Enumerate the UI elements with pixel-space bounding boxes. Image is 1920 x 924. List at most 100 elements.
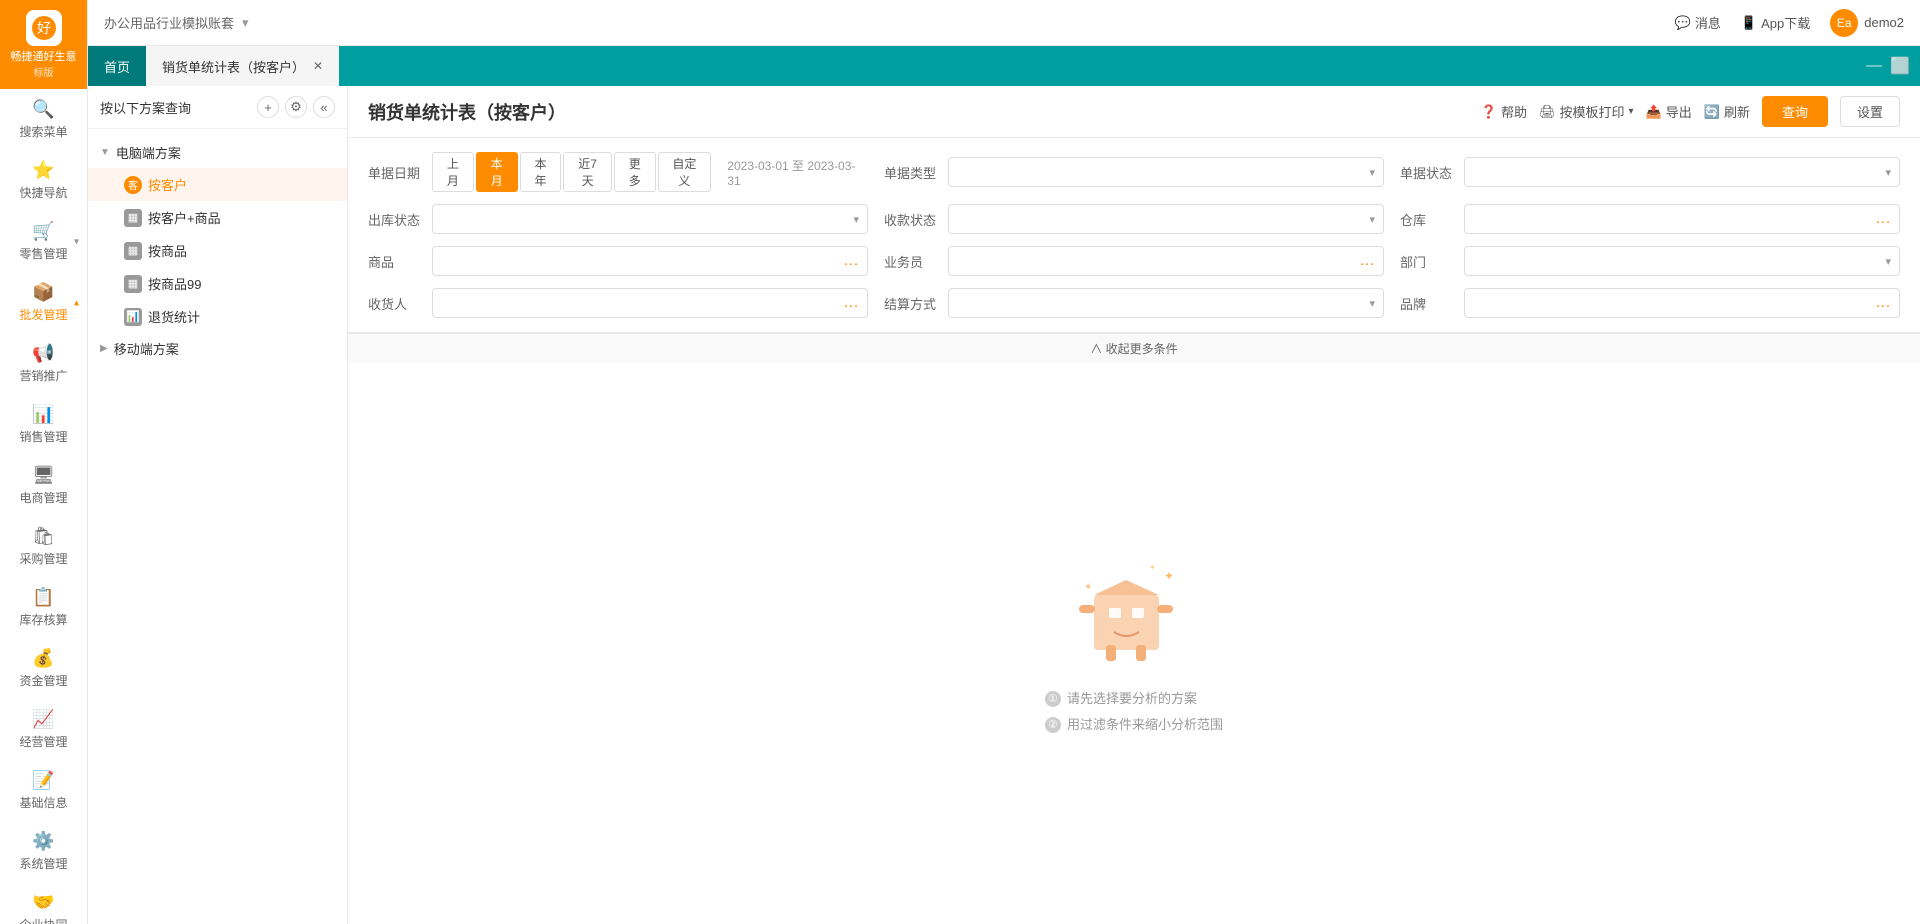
date-range-text: 2023-03-01 至 2023-03-31 <box>727 157 868 188</box>
date-btn-last-month[interactable]: 上月 <box>432 152 474 192</box>
tab-minimize-icon[interactable]: — <box>1866 57 1882 75</box>
ecommerce-icon: 🖥 <box>32 465 55 486</box>
collapse-panel-btn[interactable]: « <box>313 96 335 118</box>
filter-goods: 商品 … <box>368 246 868 276</box>
staff-dots-icon[interactable]: … <box>1359 252 1375 270</box>
tab-sales-stat[interactable]: 销货单统计表（按客户） ✕ <box>146 46 339 86</box>
header-right: 💬 消息 📱 App下载 Ea demo2 <box>1675 9 1904 37</box>
sidebar-item-sales-mgmt[interactable]: 📊 销售管理 <box>0 394 87 455</box>
add-scheme-btn[interactable]: + <box>257 96 279 118</box>
sidebar-item-inventory[interactable]: 📋 库存核算 <box>0 577 87 638</box>
sidebar-item-purchase[interactable]: 🛍 采购管理 <box>0 516 87 577</box>
sidebar-item-basic-info[interactable]: 📝 基础信息 <box>0 760 87 821</box>
sidebar-item-label: 营销推广 <box>19 367 67 384</box>
print-icon: 🖨 <box>1539 104 1556 120</box>
filter-row-4: 收货人 … 结算方式 ▾ 品牌 <box>368 288 1900 318</box>
tab-home[interactable]: 首页 <box>88 46 146 86</box>
date-btn-custom[interactable]: 自定义 <box>658 152 712 192</box>
export-btn[interactable]: 📤 导出 <box>1646 102 1692 121</box>
print-btn[interactable]: 🖨 按模板打印 ▾ <box>1539 102 1634 121</box>
filter-out-status-input[interactable]: ▾ <box>432 204 868 234</box>
tree-group-desktop-header[interactable]: ▼ 电脑端方案 <box>88 137 347 168</box>
inventory-icon: 📋 <box>32 587 54 608</box>
filter-department: 部门 ▾ <box>1400 246 1900 276</box>
filter-receiver-label: 收货人 <box>368 294 424 313</box>
help-btn[interactable]: ❓ 帮助 <box>1481 102 1527 121</box>
collapse-bar[interactable]: ∧ 收起更多条件 <box>348 333 1920 363</box>
sidebar-item-search-menu[interactable]: 🔍 搜索菜单 <box>0 89 87 150</box>
app-subtitle: 标版 <box>34 64 54 79</box>
sidebar-item-marketing[interactable]: 📢 营销推广 <box>0 333 87 394</box>
tree-item-return-stat-label: 退货统计 <box>148 307 200 326</box>
tab-sales-stat-label: 销货单统计表（按客户） <box>162 57 305 76</box>
tree-group-mobile-header[interactable]: ▶ 移动端方案 <box>88 333 347 364</box>
filter-doc-type-input[interactable]: ▾ <box>948 157 1384 187</box>
empty-tips: ① 请先选择要分析的方案 ② 用过滤条件来缩小分析范围 <box>1045 686 1223 738</box>
sidebar-item-system[interactable]: ⚙️ 系统管理 <box>0 821 87 882</box>
filter-goods-label: 商品 <box>368 252 424 271</box>
warehouse-dots-icon[interactable]: … <box>1875 210 1891 228</box>
filter-department-input[interactable]: ▾ <box>1464 246 1900 276</box>
tree-item-by-customer[interactable]: 客 按客户 <box>88 168 347 201</box>
filter-collect-status-input[interactable]: ▾ <box>948 204 1384 234</box>
sidebar-item-label: 企业协同 <box>19 916 67 924</box>
app-name: 畅捷通好生意 <box>11 50 77 64</box>
filter-staff-input[interactable]: … <box>948 246 1384 276</box>
svg-text:✦: ✦ <box>1149 563 1156 572</box>
date-btn-more[interactable]: 更多 <box>614 152 656 192</box>
industry-dropdown-icon[interactable]: ▾ <box>242 15 249 31</box>
sidebar-item-finance[interactable]: 💰 资金管理 <box>0 638 87 699</box>
left-panel-title: 按以下方案查询 <box>100 98 191 117</box>
operations-icon: 📈 <box>32 709 54 730</box>
sidebar-item-enterprise-collab[interactable]: 🤝 企业协同 <box>0 882 87 924</box>
tree-item-by-goods[interactable]: ▦ 按商品 <box>88 234 347 267</box>
date-btn-7days[interactable]: 近7天 <box>563 152 611 192</box>
sidebar-item-quick-nav[interactable]: ⭐ 快捷导航 <box>0 150 87 211</box>
filter-department-label: 部门 <box>1400 252 1456 271</box>
sidebar-item-retail-mgmt[interactable]: 🛒 零售管理 ▾ <box>0 211 87 272</box>
message-btn[interactable]: 💬 消息 <box>1675 13 1721 32</box>
tab-home-label: 首页 <box>104 57 130 76</box>
brand-dots-icon[interactable]: … <box>1875 294 1891 312</box>
filter-payment-method-input[interactable]: ▾ <box>948 288 1384 318</box>
avatar-text: Ea <box>1837 16 1852 30</box>
top-header: 办公用品行业模拟账套 ▾ 💬 消息 📱 App下载 Ea demo2 <box>88 0 1920 46</box>
tree-item-return-stat[interactable]: 📊 退货统计 <box>88 300 347 333</box>
page-actions: ❓ 帮助 🖨 按模板打印 ▾ 📤 导出 <box>1481 102 1750 121</box>
query-button[interactable]: 查询 <box>1762 96 1828 127</box>
tab-close-btn[interactable]: ✕ <box>313 59 323 73</box>
refresh-btn[interactable]: 🔄 刷新 <box>1704 102 1750 121</box>
settings-button[interactable]: 设置 <box>1840 96 1900 127</box>
filter-goods-input[interactable]: … <box>432 246 868 276</box>
goods-dots-icon[interactable]: … <box>843 252 859 270</box>
date-btn-this-year[interactable]: 本年 <box>520 152 562 192</box>
filter-brand-input[interactable]: … <box>1464 288 1900 318</box>
print-dropdown-icon: ▾ <box>1629 106 1634 117</box>
filter-doc-status-input[interactable]: ▾ <box>1464 157 1900 187</box>
content-area: 按以下方案查询 + ⚙ « ▼ <box>88 86 1920 924</box>
filter-out-status-label: 出库状态 <box>368 210 424 229</box>
refresh-icon: 🔄 <box>1704 104 1720 120</box>
receiver-dots-icon[interactable]: … <box>843 294 859 312</box>
sales-mgmt-icon: 📊 <box>32 404 54 425</box>
filter-warehouse-input[interactable]: … <box>1464 204 1900 234</box>
sidebar-item-ecommerce[interactable]: 🖥 电商管理 <box>0 455 87 516</box>
collect-status-dropdown-icon: ▾ <box>1369 213 1375 226</box>
search-menu-icon: 🔍 <box>32 99 54 120</box>
app-download-btn[interactable]: 📱 App下载 <box>1741 13 1810 32</box>
filter-receiver-input[interactable]: … <box>432 288 868 318</box>
app-logo: 好 畅捷通好生意 标版 <box>0 0 88 89</box>
filter-warehouse-label: 仓库 <box>1400 210 1456 229</box>
date-btn-this-month[interactable]: 本月 <box>476 152 518 192</box>
tree-item-by-goods-99[interactable]: ▦ 按商品99 <box>88 267 347 300</box>
date-quick-btns: 上月 本月 本年 近7天 更多 自定义 <box>432 152 711 192</box>
export-icon: 📤 <box>1646 104 1662 120</box>
settings-scheme-btn[interactable]: ⚙ <box>285 96 307 118</box>
tree-item-by-customer-goods[interactable]: ▦ 按客户+商品 <box>88 201 347 234</box>
sidebar-item-wholesale-mgmt[interactable]: 📦 批发管理 ▴ <box>0 272 87 333</box>
user-btn[interactable]: Ea demo2 <box>1830 9 1904 37</box>
sidebar-item-operations[interactable]: 📈 经营管理 <box>0 699 87 760</box>
scheme-tree: ▼ 电脑端方案 客 按客户 ▦ 按客户+商品 ▦ 按商品 <box>88 129 347 372</box>
wholesale-mgmt-icon: 📦 <box>32 282 54 303</box>
tab-maximize-icon[interactable]: ⬜ <box>1890 56 1910 76</box>
